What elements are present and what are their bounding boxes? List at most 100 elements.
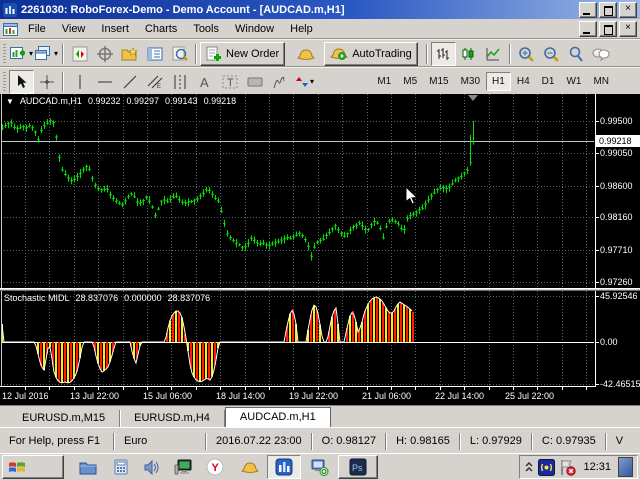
- time-axis-label: 25 Jul 22:00: [505, 391, 555, 401]
- price-axis-label: 0.99050: [600, 148, 633, 159]
- quicklaunch-folder[interactable]: [78, 457, 98, 477]
- menu-insert[interactable]: Insert: [93, 20, 137, 38]
- shapes-button[interactable]: [242, 70, 267, 94]
- timeframe-h4[interactable]: H4: [511, 72, 536, 91]
- timeframe-m15[interactable]: M15: [423, 72, 454, 91]
- crosshair-tool-button[interactable]: [34, 70, 59, 94]
- andrews-pitchfork-button[interactable]: t: [267, 70, 292, 94]
- indicator-axis-label: 45.92546: [600, 291, 638, 302]
- time-axis-label: 21 Jul 06:00: [362, 391, 412, 401]
- data-window-button[interactable]: [92, 42, 117, 66]
- menu-window[interactable]: Window: [227, 20, 282, 38]
- toolbar-grip[interactable]: [3, 43, 6, 64]
- quicklaunch-calculator[interactable]: [111, 457, 131, 477]
- start-button[interactable]: [2, 455, 64, 479]
- vertical-line-button[interactable]: [67, 70, 92, 94]
- fibonacci-button[interactable]: [167, 70, 192, 94]
- label-icon: T: [222, 75, 237, 89]
- collapse-arrow-icon[interactable]: ▼: [6, 97, 14, 106]
- line-chart-icon: [486, 47, 500, 60]
- chart-area[interactable]: ▼ AUDCAD.m,H1 0.99232 0.99297 0.99143 0.…: [0, 94, 640, 405]
- strategy-tester-button[interactable]: [167, 42, 192, 66]
- tray-offline-flag-icon[interactable]: [559, 459, 577, 476]
- toolbar-separator: [195, 43, 197, 64]
- market-watch-button[interactable]: [67, 42, 92, 66]
- metaeditor-hat-icon: [296, 48, 315, 60]
- crosshair-icon: [96, 45, 113, 62]
- chart-tab-eurusd-m-h4[interactable]: EURUSD.m,H4: [120, 410, 225, 427]
- new-order-button[interactable]: New Order: [200, 41, 286, 66]
- timeframe-d1[interactable]: D1: [536, 72, 561, 91]
- status-bar-info: 2016.07.22 23:00 O: 0.98127 H: 0.98165 L: 0…: [207, 432, 632, 450]
- line-chart-button[interactable]: [481, 42, 506, 66]
- tray-expand-icon[interactable]: [524, 461, 534, 473]
- arrows-button[interactable]: ▾: [292, 70, 317, 94]
- toolbar-separator: [62, 71, 64, 92]
- metaeditor-button[interactable]: [293, 42, 318, 66]
- chart-canvas[interactable]: [0, 94, 640, 405]
- navigator-button[interactable]: [117, 42, 142, 66]
- terminal-button[interactable]: [142, 42, 167, 66]
- find-symbol-button[interactable]: [564, 42, 589, 66]
- folder-icon: [79, 462, 97, 474]
- autotrading-button[interactable]: AutoTrading: [324, 41, 418, 66]
- child-close-button[interactable]: ×: [619, 21, 637, 37]
- menu-tools[interactable]: Tools: [185, 20, 227, 38]
- taskbar-photoshop-button[interactable]: Ps: [338, 455, 378, 479]
- toolbar-grip[interactable]: [3, 71, 6, 92]
- equidistant-channel-button[interactable]: E: [142, 70, 167, 94]
- quicklaunch-sync[interactable]: [310, 457, 330, 477]
- time-axis-label: 12 Jul 2016: [2, 391, 49, 401]
- candlestick-chart-button[interactable]: [456, 42, 481, 66]
- mt4-app-icon: [3, 2, 17, 17]
- system-tray: 12:31: [519, 455, 638, 479]
- quicklaunch-yandex[interactable]: Y: [205, 457, 225, 477]
- chart-tab-eurusd-m-m15[interactable]: EURUSD.m,M15: [8, 410, 121, 427]
- trendline-button[interactable]: [117, 70, 142, 94]
- titlebar[interactable]: 2261030: RoboForex-Demo - Demo Account -…: [0, 0, 640, 19]
- zoom-in-icon: [519, 46, 535, 62]
- menu-file[interactable]: File: [20, 20, 54, 38]
- text-label-button[interactable]: T: [217, 70, 242, 94]
- cursor-button[interactable]: [9, 69, 34, 94]
- quicklaunch-display[interactable]: [173, 457, 193, 477]
- timeframe-h1[interactable]: H1: [486, 72, 511, 91]
- chart-child-icon[interactable]: [3, 22, 18, 36]
- bar-chart-button[interactable]: [430, 41, 456, 66]
- zoom-in-button[interactable]: [514, 42, 539, 66]
- chart-splitter[interactable]: [0, 288, 640, 291]
- menu-view[interactable]: View: [54, 20, 94, 38]
- toolbar-separator: [508, 43, 511, 64]
- tray-clock[interactable]: 12:31: [580, 461, 614, 473]
- timeframe-m5[interactable]: M5: [397, 72, 423, 91]
- quicklaunch-volume[interactable]: [142, 457, 162, 477]
- timeframe-m30[interactable]: M30: [455, 72, 486, 91]
- photoshop-icon: Ps: [349, 458, 367, 476]
- timeframe-mn[interactable]: MN: [587, 72, 615, 91]
- chart-high: 0.99297: [126, 96, 160, 106]
- chart-profiles-button[interactable]: ▾: [34, 42, 59, 66]
- menu-charts[interactable]: Charts: [137, 20, 185, 38]
- chart-tab-audcad-m-h1[interactable]: AUDCAD.m,H1: [224, 407, 331, 427]
- svg-text:Y: Y: [212, 462, 220, 474]
- text-button[interactable]: A: [192, 70, 217, 94]
- timeframe-m1[interactable]: M1: [371, 72, 397, 91]
- show-desktop-button[interactable]: [618, 457, 633, 477]
- community-button[interactable]: [589, 42, 614, 66]
- minimize-button[interactable]: [579, 1, 597, 18]
- tray-network-activity-icon[interactable]: [538, 458, 556, 476]
- horizontal-line-button[interactable]: [92, 70, 117, 94]
- menu-help[interactable]: Help: [282, 20, 321, 38]
- taskbar-mt4-button[interactable]: [267, 455, 301, 479]
- child-restore-button[interactable]: [599, 21, 617, 37]
- status-symbol-description: Euro: [124, 435, 148, 447]
- new-chart-button[interactable]: ▾: [9, 42, 34, 66]
- zoom-out-button[interactable]: [539, 42, 564, 66]
- child-minimize-button[interactable]: [579, 21, 597, 37]
- price-axis-label: 0.97710: [600, 244, 633, 255]
- restore-button[interactable]: [599, 1, 617, 18]
- quicklaunch-metatrader-hat[interactable]: [240, 457, 260, 477]
- profiles-icon: [35, 45, 50, 60]
- timeframe-w1[interactable]: W1: [560, 72, 587, 91]
- close-button[interactable]: ×: [619, 1, 637, 18]
